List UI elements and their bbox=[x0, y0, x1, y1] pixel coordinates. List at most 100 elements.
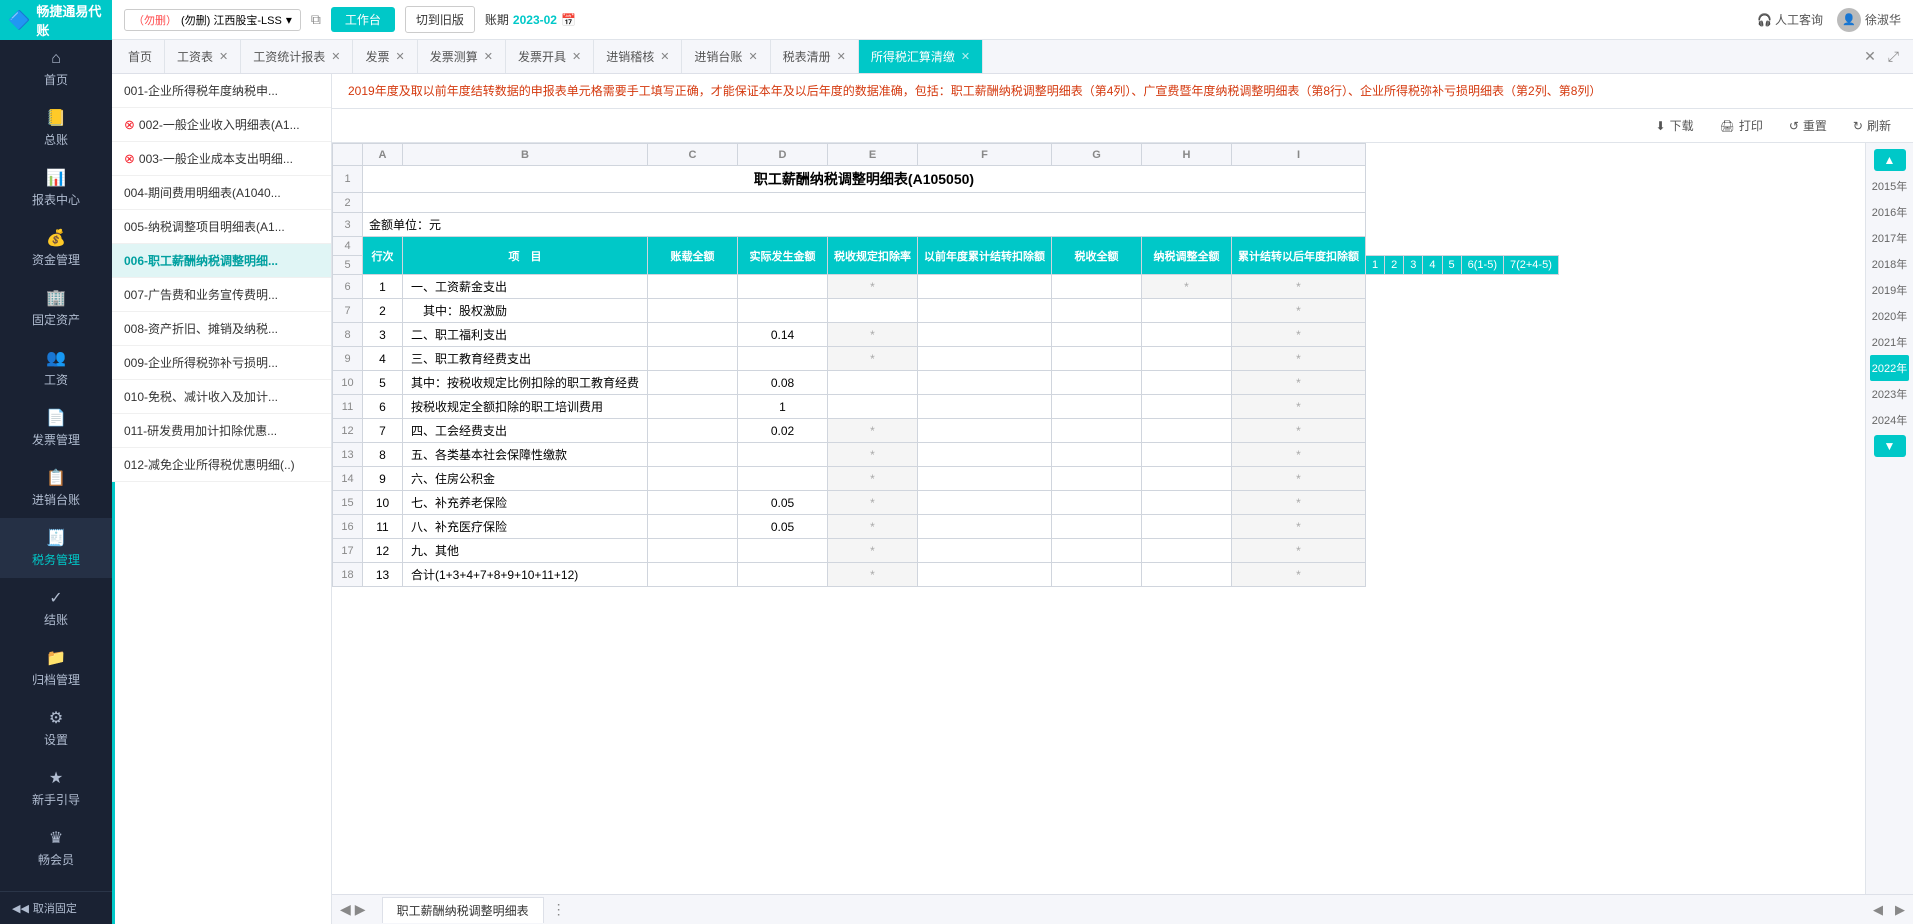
cell-10-3[interactable] bbox=[918, 491, 1052, 515]
tab-close-icon[interactable]: ✕ bbox=[219, 50, 228, 63]
cell-8-5[interactable] bbox=[1142, 443, 1232, 467]
cell-13-2[interactable]: * bbox=[828, 563, 918, 587]
cell-10-4[interactable] bbox=[1052, 491, 1142, 515]
cell-11-6[interactable]: * bbox=[1232, 515, 1366, 539]
cell-9-6[interactable]: * bbox=[1232, 467, 1366, 491]
left-panel-item-002[interactable]: ⊗002-一般企业收入明细表(A1... bbox=[112, 108, 331, 142]
sidebar-item-home[interactable]: ⌂首页 bbox=[0, 40, 112, 98]
cell-12-0[interactable] bbox=[648, 539, 738, 563]
sidebar-item-general-ledger[interactable]: 📒总账 bbox=[0, 98, 112, 158]
cell-5-5[interactable] bbox=[1142, 371, 1232, 395]
cell-5-1[interactable]: 0.08 bbox=[738, 371, 828, 395]
cancel-fixed-btn[interactable]: ◀◀ 取消固定 bbox=[0, 892, 112, 924]
old-version-button[interactable]: 切到旧版 bbox=[405, 6, 475, 33]
calendar-icon[interactable]: 📅 bbox=[561, 13, 576, 27]
left-panel-item-012[interactable]: 012-减免企业所得税优惠明细(..) bbox=[112, 448, 331, 482]
cell-4-5[interactable] bbox=[1142, 347, 1232, 371]
cell-13-6[interactable]: * bbox=[1232, 563, 1366, 587]
sidebar-item-close[interactable]: ✓结账 bbox=[0, 578, 112, 638]
cell-8-0[interactable] bbox=[648, 443, 738, 467]
cell-2-1[interactable] bbox=[738, 299, 828, 323]
left-panel-item-011[interactable]: 011-研发费用加计扣除优惠... bbox=[112, 414, 331, 448]
left-panel-item-004[interactable]: 004-期间费用明细表(A1040... bbox=[112, 176, 331, 210]
cell-7-0[interactable] bbox=[648, 419, 738, 443]
company-select[interactable]: （勿删） (勿删) 江西股宝-LSS ▾ bbox=[124, 9, 301, 31]
cell-9-2[interactable]: * bbox=[828, 467, 918, 491]
cell-4-3[interactable] bbox=[918, 347, 1052, 371]
sidebar-item-member[interactable]: ♛畅会员 bbox=[0, 818, 112, 878]
cell-12-2[interactable]: * bbox=[828, 539, 918, 563]
cell-13-4[interactable] bbox=[1052, 563, 1142, 587]
tab-close-icon[interactable]: ✕ bbox=[484, 50, 493, 63]
year-item-2016[interactable]: 2016年 bbox=[1870, 199, 1909, 225]
tab-发票[interactable]: 发票✕ bbox=[353, 40, 417, 74]
workbench-button[interactable]: 工作台 bbox=[331, 7, 395, 32]
sidebar-item-fixed-assets[interactable]: 🏢固定资产 bbox=[0, 278, 112, 338]
cell-9-5[interactable] bbox=[1142, 467, 1232, 491]
cell-12-3[interactable] bbox=[918, 539, 1052, 563]
cell-5-3[interactable] bbox=[918, 371, 1052, 395]
year-item-2018[interactable]: 2018年 bbox=[1870, 251, 1909, 277]
cell-7-5[interactable] bbox=[1142, 419, 1232, 443]
tab-close-icon[interactable]: ✕ bbox=[837, 50, 846, 63]
bottom-tab[interactable]: 职工薪酬纳税调整明细表 bbox=[382, 897, 544, 923]
tab-工资统计报表[interactable]: 工资统计报表✕ bbox=[241, 40, 353, 74]
sheet-options-icon[interactable]: ⋮ bbox=[552, 901, 566, 918]
left-panel-item-003[interactable]: ⊗003-一般企业成本支出明细... bbox=[112, 142, 331, 176]
cell-3-0[interactable] bbox=[648, 323, 738, 347]
cell-6-0[interactable] bbox=[648, 395, 738, 419]
scroll-left-icon[interactable]: ◀ bbox=[1873, 902, 1883, 918]
cell-7-1[interactable]: 0.02 bbox=[738, 419, 828, 443]
cell-1-4[interactable] bbox=[1052, 275, 1142, 299]
tab-close-icon[interactable]: ✕ bbox=[748, 50, 757, 63]
cell-4-6[interactable]: * bbox=[1232, 347, 1366, 371]
left-panel-item-001[interactable]: 001-企业所得税年度纳税申... bbox=[112, 74, 331, 108]
cell-4-4[interactable] bbox=[1052, 347, 1142, 371]
cell-13-3[interactable] bbox=[918, 563, 1052, 587]
left-panel-item-005[interactable]: 005-纳税调整项目明细表(A1... bbox=[112, 210, 331, 244]
sidebar-item-archive[interactable]: 📁归档管理 bbox=[0, 638, 112, 698]
cell-10-5[interactable] bbox=[1142, 491, 1232, 515]
copy-icon[interactable]: ⧉ bbox=[311, 11, 321, 28]
cell-8-3[interactable] bbox=[918, 443, 1052, 467]
cell-9-1[interactable] bbox=[738, 467, 828, 491]
service-btn[interactable]: 🎧 人工客询 bbox=[1757, 11, 1823, 28]
cell-8-1[interactable] bbox=[738, 443, 828, 467]
sidebar-item-wizard[interactable]: ★新手引导 bbox=[0, 758, 112, 818]
sidebar-item-capital[interactable]: 💰资金管理 bbox=[0, 218, 112, 278]
cell-3-1[interactable]: 0.14 bbox=[738, 323, 828, 347]
year-item-2023[interactable]: 2023年 bbox=[1870, 381, 1909, 407]
year-scroll-up[interactable]: ▲ bbox=[1874, 149, 1906, 171]
sheet-next-icon[interactable]: ▶ bbox=[355, 901, 366, 918]
cell-6-4[interactable] bbox=[1052, 395, 1142, 419]
cell-5-6[interactable]: * bbox=[1232, 371, 1366, 395]
tab-发票开具[interactable]: 发票开具✕ bbox=[506, 40, 594, 74]
tab-所得税汇算清缴[interactable]: 所得税汇算清缴✕ bbox=[859, 40, 983, 74]
cell-8-6[interactable]: * bbox=[1232, 443, 1366, 467]
cell-7-4[interactable] bbox=[1052, 419, 1142, 443]
tab-税表清册[interactable]: 税表清册✕ bbox=[771, 40, 859, 74]
tab-发票测算[interactable]: 发票测算✕ bbox=[418, 40, 506, 74]
sidebar-item-report-center[interactable]: 📊报表中心 bbox=[0, 158, 112, 218]
cell-2-5[interactable] bbox=[1142, 299, 1232, 323]
cell-13-5[interactable] bbox=[1142, 563, 1232, 587]
cell-11-4[interactable] bbox=[1052, 515, 1142, 539]
tab-close-icon[interactable]: ✕ bbox=[396, 50, 405, 63]
sidebar-item-payroll[interactable]: 👥工资 bbox=[0, 338, 112, 398]
cell-2-6[interactable]: * bbox=[1232, 299, 1366, 323]
left-panel-item-007[interactable]: 007-广告费和业务宣传费明... bbox=[112, 278, 331, 312]
left-panel-item-006[interactable]: 006-职工薪酬纳税调整明细... bbox=[112, 244, 331, 278]
tab-close-icon[interactable]: ✕ bbox=[961, 50, 970, 63]
cell-13-1[interactable] bbox=[738, 563, 828, 587]
year-item-2020[interactable]: 2020年 bbox=[1870, 303, 1909, 329]
cell-7-2[interactable]: * bbox=[828, 419, 918, 443]
left-panel-item-008[interactable]: 008-资产折旧、摊销及纳税... bbox=[112, 312, 331, 346]
tab-工资表[interactable]: 工资表✕ bbox=[165, 40, 241, 74]
cell-6-2[interactable] bbox=[828, 395, 918, 419]
cell-1-1[interactable] bbox=[738, 275, 828, 299]
cell-2-0[interactable] bbox=[648, 299, 738, 323]
left-panel-item-010[interactable]: 010-免税、减计收入及加计... bbox=[112, 380, 331, 414]
cell-7-3[interactable] bbox=[918, 419, 1052, 443]
cell-5-2[interactable] bbox=[828, 371, 918, 395]
cell-11-5[interactable] bbox=[1142, 515, 1232, 539]
